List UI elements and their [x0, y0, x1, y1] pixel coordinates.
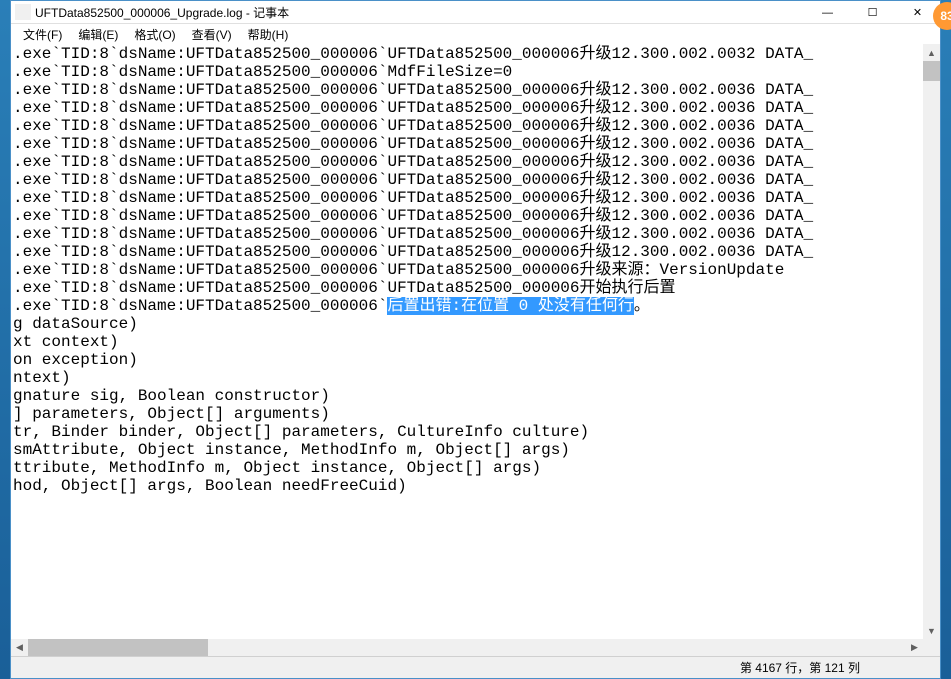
log-line[interactable]: .exe`TID:8`dsName:UFTData852500_000006`M… — [13, 63, 938, 81]
menu-file[interactable]: 文件(F) — [15, 24, 70, 45]
log-line[interactable]: .exe`TID:8`dsName:UFTData852500_000006`U… — [13, 117, 938, 135]
scroll-right-button[interactable]: ▶ — [906, 639, 923, 656]
log-line[interactable]: ttribute, MethodInfo m, Object instance,… — [13, 459, 938, 477]
notepad-window: UFTData852500_000006_Upgrade.log - 记事本 —… — [10, 0, 941, 679]
log-line[interactable]: smAttribute, Object instance, MethodInfo… — [13, 441, 938, 459]
maximize-button[interactable]: ☐ — [850, 1, 895, 24]
log-line[interactable]: ] parameters, Object[] arguments) — [13, 405, 938, 423]
content-area: .exe`TID:8`dsName:UFTData852500_000006`U… — [11, 44, 940, 656]
log-line[interactable]: .exe`TID:8`dsName:UFTData852500_000006`U… — [13, 153, 938, 171]
minimize-button[interactable]: — — [805, 1, 850, 24]
scroll-down-button[interactable]: ▼ — [923, 622, 940, 639]
log-line[interactable]: .exe`TID:8`dsName:UFTData852500_000006`U… — [13, 279, 938, 297]
notepad-icon — [15, 4, 31, 20]
log-line[interactable]: on exception) — [13, 351, 938, 369]
log-line[interactable]: .exe`TID:8`dsName:UFTData852500_000006`U… — [13, 243, 938, 261]
horizontal-scrollbar[interactable]: ◀ ▶ — [11, 639, 923, 656]
log-line-highlighted[interactable]: .exe`TID:8`dsName:UFTData852500_000006`后… — [13, 297, 938, 315]
log-line[interactable]: gnature sig, Boolean constructor) — [13, 387, 938, 405]
scroll-corner — [923, 639, 940, 656]
selected-text[interactable]: 后置出错:在位置 0 处没有任何行 — [387, 297, 633, 315]
title-bar[interactable]: UFTData852500_000006_Upgrade.log - 记事本 —… — [11, 1, 940, 24]
menu-edit[interactable]: 编辑(E) — [70, 24, 126, 45]
scroll-up-button[interactable]: ▲ — [923, 44, 940, 61]
log-line[interactable]: tr, Binder binder, Object[] parameters, … — [13, 423, 938, 441]
log-line[interactable]: g dataSource) — [13, 315, 938, 333]
cursor-position: 第 4167 行，第 121 列 — [740, 659, 860, 676]
window-controls: — ☐ ✕ — [805, 1, 940, 23]
window-title: UFTData852500_000006_Upgrade.log - 记事本 — [35, 4, 805, 21]
log-line[interactable]: .exe`TID:8`dsName:UFTData852500_000006`U… — [13, 81, 938, 99]
log-line[interactable]: .exe`TID:8`dsName:UFTData852500_000006`U… — [13, 45, 938, 63]
menu-bar: 文件(F) 编辑(E) 格式(O) 查看(V) 帮助(H) — [11, 24, 940, 44]
log-line[interactable]: .exe`TID:8`dsName:UFTData852500_000006`U… — [13, 99, 938, 117]
menu-format[interactable]: 格式(O) — [126, 24, 183, 45]
vertical-scroll-thumb[interactable] — [923, 61, 940, 81]
log-line[interactable]: .exe`TID:8`dsName:UFTData852500_000006`U… — [13, 189, 938, 207]
log-line[interactable]: .exe`TID:8`dsName:UFTData852500_000006`U… — [13, 207, 938, 225]
vertical-scrollbar[interactable]: ▲ ▼ — [923, 44, 940, 639]
status-bar: 第 4167 行，第 121 列 — [11, 656, 940, 678]
horizontal-scroll-thumb[interactable] — [28, 639, 208, 656]
log-line[interactable]: hod, Object[] args, Boolean needFreeCuid… — [13, 477, 938, 495]
log-line[interactable]: .exe`TID:8`dsName:UFTData852500_000006`U… — [13, 171, 938, 189]
text-editor[interactable]: .exe`TID:8`dsName:UFTData852500_000006`U… — [11, 44, 940, 639]
menu-view[interactable]: 查看(V) — [184, 24, 240, 45]
log-line[interactable]: .exe`TID:8`dsName:UFTData852500_000006`U… — [13, 261, 938, 279]
menu-help[interactable]: 帮助(H) — [240, 24, 297, 45]
log-line[interactable]: ntext) — [13, 369, 938, 387]
log-line[interactable]: xt context) — [13, 333, 938, 351]
scroll-left-button[interactable]: ◀ — [11, 639, 28, 656]
log-line[interactable]: .exe`TID:8`dsName:UFTData852500_000006`U… — [13, 135, 938, 153]
log-line[interactable]: .exe`TID:8`dsName:UFTData852500_000006`U… — [13, 225, 938, 243]
